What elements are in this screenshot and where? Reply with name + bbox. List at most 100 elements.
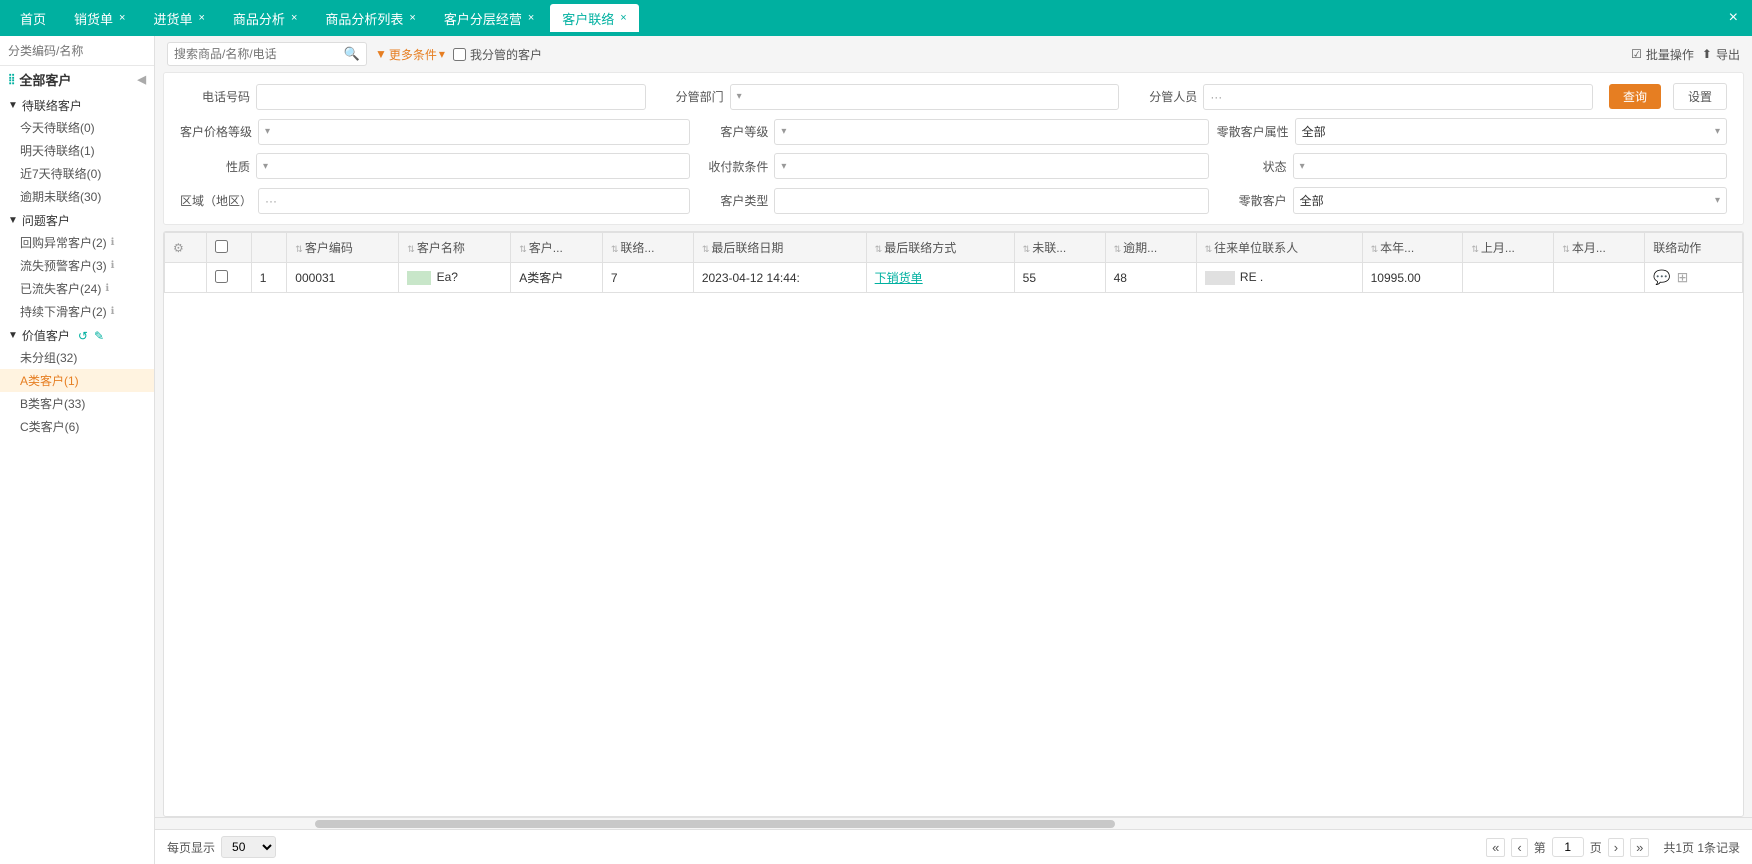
filter-customer-type-input[interactable]: [774, 188, 1208, 214]
sidebar-item-tomorrow[interactable]: 明天待联络(1): [0, 139, 154, 162]
gear-icon[interactable]: ⚙: [173, 241, 184, 255]
row-checkbox[interactable]: [215, 270, 228, 283]
nav-customer-contact[interactable]: 客户联络 ×: [550, 4, 638, 32]
region-ellipsis: ···: [265, 194, 277, 208]
col-gear[interactable]: ⚙: [165, 233, 207, 263]
price-level-arrow: ▾: [265, 126, 270, 137]
nav-sales-close[interactable]: ×: [119, 12, 125, 24]
page-input[interactable]: [1552, 837, 1584, 857]
sidebar-item-class-a[interactable]: A类客户(1): [0, 369, 154, 392]
cell-this-month: [1554, 263, 1645, 293]
edit-icon[interactable]: ✎: [94, 329, 104, 343]
col-last-date[interactable]: ⇅最后联络日期: [693, 233, 866, 263]
group-pending-contact[interactable]: ▼ 待联络客户: [0, 93, 154, 116]
horizontal-scrollbar[interactable]: [155, 817, 1752, 829]
nav-home[interactable]: 首页: [8, 5, 58, 32]
sidebar-all-customers[interactable]: ⣿ 全部客户 ◀: [0, 66, 154, 93]
select-all-checkbox[interactable]: [215, 240, 228, 253]
per-page-select[interactable]: 50 100 200: [221, 836, 276, 858]
nav-customer-contact-close[interactable]: ×: [620, 12, 626, 24]
grid-icon: ⣿: [8, 74, 15, 85]
action-chat-icon[interactable]: 💬: [1653, 269, 1670, 286]
nav-sales[interactable]: 销货单 ×: [62, 4, 137, 32]
sort-last-method: ⇅: [875, 244, 883, 254]
sidebar-item-unclassified[interactable]: 未分组(32): [0, 346, 154, 369]
sidebar-item-7days[interactable]: 近7天待联络(0): [0, 162, 154, 185]
col-this-year[interactable]: ⇅本年...: [1362, 233, 1463, 263]
nav-purchase[interactable]: 进货单 ×: [141, 4, 216, 32]
cell-checkbox[interactable]: [206, 263, 251, 293]
col-overdue[interactable]: ⇅逾期...: [1105, 233, 1196, 263]
nav-goods-analysis-list-close[interactable]: ×: [409, 12, 415, 24]
filter-nature-select[interactable]: ▾: [256, 153, 690, 179]
row-actions: 💬 ⊞: [1653, 269, 1734, 286]
filter-search-input[interactable]: [174, 47, 340, 61]
sidebar-search-input[interactable]: [8, 44, 155, 58]
col-last-month[interactable]: ⇅上月...: [1463, 233, 1554, 263]
sidebar-collapse-icon[interactable]: ◀: [138, 73, 146, 86]
filter-icon: ▼: [375, 47, 387, 61]
sidebar-item-class-b[interactable]: B类客户(33): [0, 392, 154, 415]
sidebar-item-declining[interactable]: 持续下滑客户(2) ℹ: [0, 300, 154, 323]
col-unit-contact[interactable]: ⇅往来单位联系人: [1196, 233, 1362, 263]
filter-zero-customer: 零散客户 全部 ▾: [1217, 187, 1727, 214]
total-records-label: 共1页 1条记录: [1663, 839, 1740, 856]
col-code[interactable]: ⇅客户编码: [287, 233, 399, 263]
first-page-button[interactable]: «: [1486, 838, 1505, 857]
sidebar-item-class-c[interactable]: C类客户(6): [0, 415, 154, 438]
filter-zero-customer-select[interactable]: 全部 ▾: [1293, 187, 1727, 214]
refresh-icon[interactable]: ↺: [78, 329, 88, 343]
sidebar-item-overdue[interactable]: 逾期未联络(30): [0, 185, 154, 208]
next-page-button[interactable]: ›: [1608, 838, 1624, 857]
prev-page-button[interactable]: ‹: [1511, 838, 1527, 857]
cell-last-method[interactable]: 下销货单: [866, 263, 1014, 293]
col-name[interactable]: ⇅客户名称: [399, 233, 511, 263]
nav-goods-analysis-close[interactable]: ×: [291, 12, 297, 24]
filter-region-input[interactable]: ···: [258, 188, 690, 214]
col-no-contact[interactable]: ⇅未联...: [1014, 233, 1105, 263]
filter-customer-level-select[interactable]: ▾: [774, 119, 1208, 145]
sidebar-item-lost[interactable]: 已流失客户(24) ℹ: [0, 277, 154, 300]
filter-row-3: 性质 ▾ 收付款条件 ▾ 状态 ▾: [180, 153, 1727, 179]
sidebar-item-today[interactable]: 今天待联络(0): [0, 116, 154, 139]
nav-goods-analysis[interactable]: 商品分析 ×: [221, 4, 309, 32]
sidebar-item-loss-warning[interactable]: 流失预警客户(3) ℹ: [0, 254, 154, 277]
zero-attr-arrow: ▾: [1715, 126, 1720, 137]
action-qr-icon[interactable]: ⊞: [1677, 269, 1689, 286]
export-button[interactable]: ⬆ 导出: [1702, 46, 1740, 63]
sidebar-item-repurchase-abnormal[interactable]: 回购异常客户(2) ℹ: [0, 231, 154, 254]
filter-status-select[interactable]: ▾: [1293, 153, 1727, 179]
close-all-button[interactable]: ×: [1723, 9, 1744, 27]
group-value-customers[interactable]: ▼ 价值客户 ↺ ✎: [0, 323, 154, 346]
batch-op-button[interactable]: ☑ 批量操作: [1631, 46, 1694, 63]
my-customers-checkbox[interactable]: 我分管的客户: [453, 46, 542, 63]
last-method-link[interactable]: 下销货单: [875, 271, 923, 285]
more-conditions-button[interactable]: ▼ 更多条件 ▾: [375, 46, 445, 63]
manager-ellipsis: ···: [1210, 90, 1222, 104]
filter-manager-input[interactable]: ···: [1203, 84, 1593, 110]
col-type[interactable]: ⇅客户...: [511, 233, 603, 263]
col-last-method[interactable]: ⇅最后联络方式: [866, 233, 1014, 263]
nav-purchase-close[interactable]: ×: [198, 12, 204, 24]
filter-payment-select[interactable]: ▾: [774, 153, 1208, 179]
filter-nature-label: 性质: [180, 158, 250, 175]
nav-customer-segment[interactable]: 客户分层经营 ×: [432, 4, 546, 32]
col-checkbox[interactable]: [206, 233, 251, 263]
query-button[interactable]: 查询: [1609, 84, 1661, 109]
cell-last-month: [1463, 263, 1554, 293]
my-customers-check[interactable]: [453, 48, 466, 61]
nav-customer-segment-close[interactable]: ×: [528, 12, 534, 24]
settings-button[interactable]: 设置: [1673, 83, 1727, 110]
scrollbar-thumb[interactable]: [315, 820, 1115, 828]
filter-dept-select[interactable]: ▾: [730, 84, 1120, 110]
col-this-month[interactable]: ⇅本月...: [1554, 233, 1645, 263]
filter-status-label: 状态: [1217, 158, 1287, 175]
filter-search-icon[interactable]: 🔍: [344, 46, 360, 62]
col-contact[interactable]: ⇅联络...: [602, 233, 693, 263]
filter-zero-attr-select[interactable]: 全部 ▾: [1295, 118, 1727, 145]
last-page-button[interactable]: »: [1630, 838, 1649, 857]
filter-phone-input[interactable]: [256, 84, 646, 110]
nav-goods-analysis-list[interactable]: 商品分析列表 ×: [313, 4, 427, 32]
filter-price-level-select[interactable]: ▾: [258, 119, 690, 145]
group-problem-customers[interactable]: ▼ 问题客户: [0, 208, 154, 231]
